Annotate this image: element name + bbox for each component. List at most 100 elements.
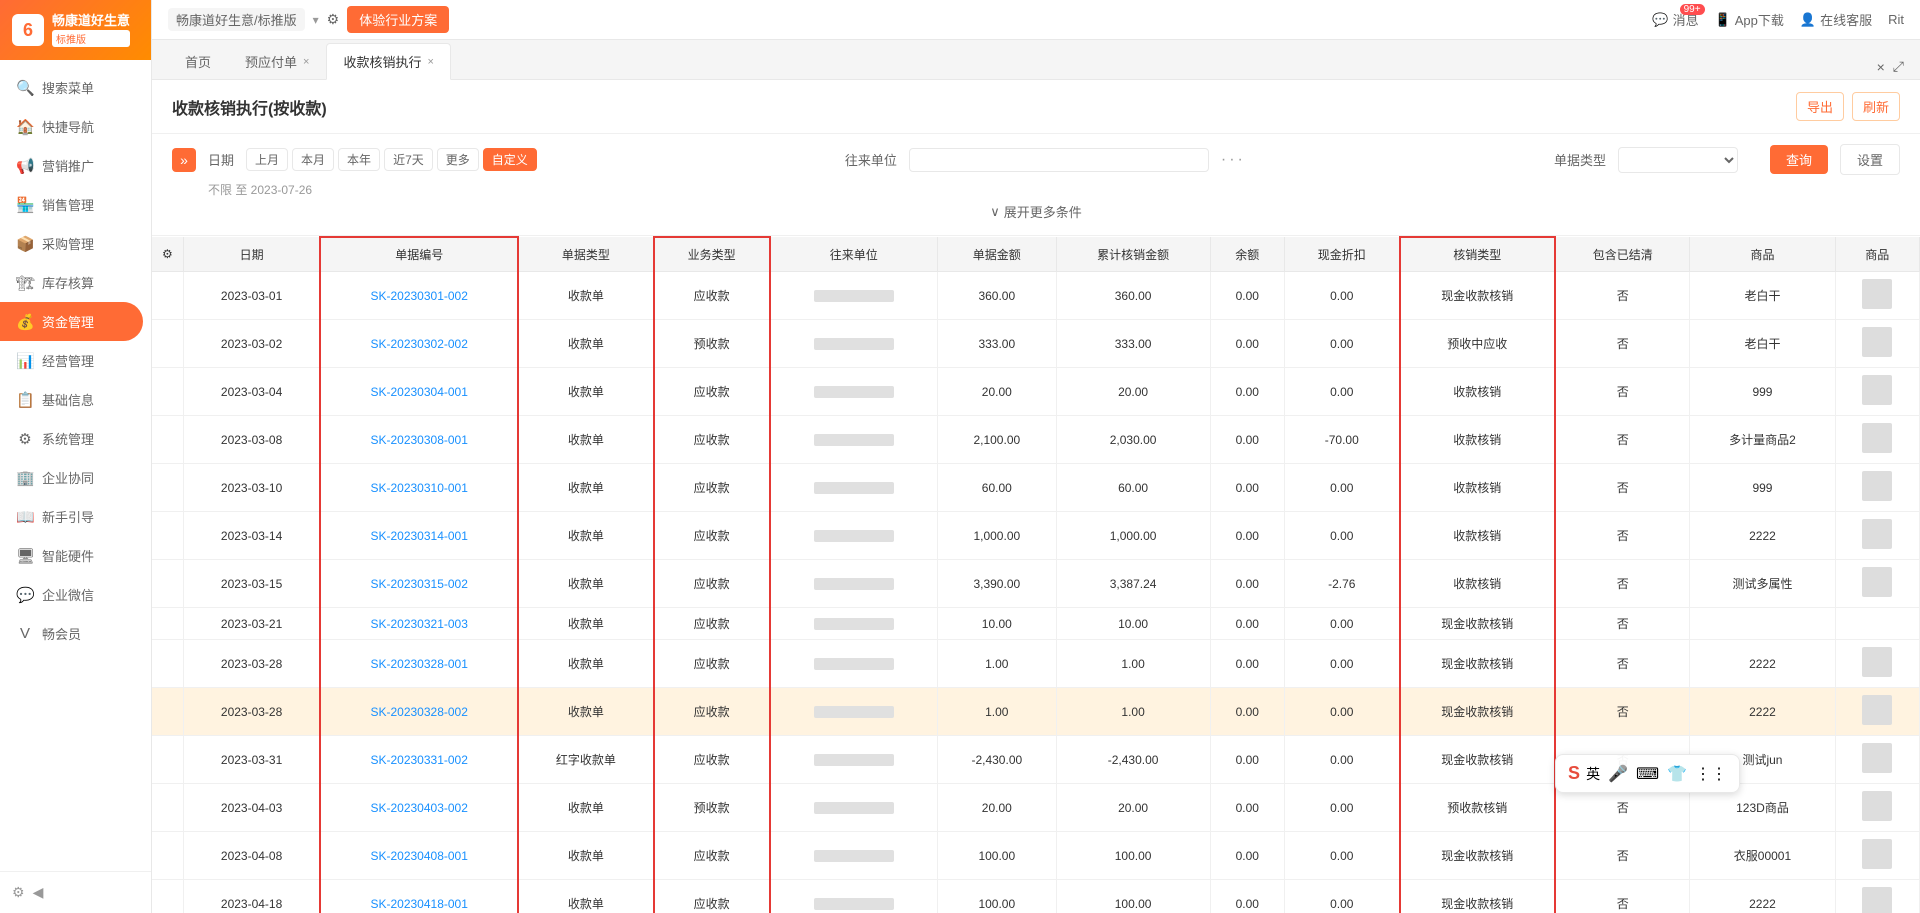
dropdown-arrow-icon[interactable]: ▾: [313, 13, 319, 27]
doc-no-link[interactable]: SK-20230314-001: [370, 529, 467, 543]
last-month-btn[interactable]: 上月: [246, 148, 288, 171]
unit-cell: [770, 464, 938, 512]
watermark-grid-icon[interactable]: ⋮⋮: [1695, 764, 1727, 784]
tab-close-collection[interactable]: ×: [427, 56, 433, 68]
collapse-icon[interactable]: ◀: [33, 884, 44, 901]
sidebar-item-finance[interactable]: 💰 资金管理: [0, 302, 143, 341]
message-icon: 💬: [1652, 12, 1668, 28]
sidebar-item-enterprise[interactable]: 🏢 企业协同: [0, 458, 151, 497]
doc-no-link[interactable]: SK-20230418-001: [370, 897, 467, 911]
goods-image-cell: [1835, 880, 1919, 913]
tab-close-prepay[interactable]: ×: [303, 56, 309, 68]
solution-button[interactable]: 体验行业方案: [347, 6, 449, 33]
app-download-button[interactable]: 📱 App下载: [1715, 10, 1784, 29]
sidebar-item-operation[interactable]: 📊 经营管理: [0, 341, 151, 380]
export-button[interactable]: 导出: [1796, 92, 1844, 121]
sidebar-item-inventory[interactable]: 🏗 库存核算: [0, 263, 151, 302]
refresh-button[interactable]: 刷新: [1852, 92, 1900, 121]
online-service-button[interactable]: 👤 在线客服: [1800, 10, 1872, 29]
doc-no-link[interactable]: SK-20230328-002: [370, 705, 467, 719]
doc-no-link[interactable]: SK-20230403-002: [370, 801, 467, 815]
window-close-icon[interactable]: ×: [1877, 59, 1885, 75]
doc-no-link[interactable]: SK-20230315-002: [370, 577, 467, 591]
th-discount: 现金折扣: [1285, 237, 1400, 272]
date-range-display: 不限 至 2023-07-26: [208, 181, 312, 198]
sidebar-item-marketing[interactable]: 📢 营销推广: [0, 146, 151, 185]
doc-no-link[interactable]: SK-20230408-001: [370, 849, 467, 863]
unit-cell: [770, 880, 938, 913]
goods-image-cell: [1835, 608, 1919, 640]
topbar: 畅康道好生意/标推版 ▾ ⚙ 体验行业方案 💬 消息 99+ 📱 App下载 👤…: [152, 0, 1920, 40]
th-write-off: 累计核销金额: [1056, 237, 1210, 272]
unit-cell: [770, 784, 938, 832]
query-button[interactable]: 查询: [1770, 145, 1828, 174]
tab-home[interactable]: 首页: [168, 43, 228, 79]
th-included: 包含已结清: [1555, 237, 1690, 272]
last-7-days-btn[interactable]: 近7天: [384, 148, 433, 171]
window-expand-icon[interactable]: ⤢: [1893, 58, 1904, 75]
topbar-gear-icon[interactable]: ⚙: [327, 11, 340, 28]
sidebar-item-system[interactable]: ⚙ 系统管理: [0, 419, 151, 458]
phone-icon: 📱: [1715, 12, 1731, 28]
th-gear: ⚙: [152, 237, 183, 272]
goods-image-cell: [1835, 512, 1919, 560]
doc-no-link[interactable]: SK-20230301-002: [370, 289, 467, 303]
watermark-keyboard-icon[interactable]: ⌨: [1636, 764, 1659, 784]
unit-more-icon[interactable]: ···: [1221, 151, 1246, 169]
type-select[interactable]: [1618, 147, 1738, 173]
message-button[interactable]: 💬 消息 99+: [1652, 10, 1698, 29]
enterprise-icon: 🏢: [16, 469, 34, 487]
watermark-actions: 英 🎤 ⌨ 👕 ⋮⋮: [1586, 764, 1727, 784]
watermark-shirt-icon[interactable]: 👕: [1667, 764, 1687, 784]
th-biz-type: 业务类型: [654, 237, 770, 272]
doc-no-link[interactable]: SK-20230321-003: [370, 617, 467, 631]
expand-icon: ∨: [990, 204, 1000, 220]
more-date-btn[interactable]: 更多: [437, 148, 479, 171]
doc-no-link[interactable]: SK-20230331-002: [370, 753, 467, 767]
date-preset-buttons: 上月 本月 本年 近7天 更多 自定义: [246, 148, 537, 171]
settings-button[interactable]: 设置: [1840, 144, 1900, 175]
table-row: 2023-03-14SK-20230314-001收款单应收款1,000.001…: [152, 512, 1920, 560]
sidebar-item-basic[interactable]: 📋 基础信息: [0, 380, 151, 419]
unit-input[interactable]: [909, 148, 1209, 172]
this-month-btn[interactable]: 本月: [292, 148, 334, 171]
watermark-toolbar: S 英 🎤 ⌨ 👕 ⋮⋮: [1555, 754, 1740, 793]
sidebar-item-wechat[interactable]: 💬 企业微信: [0, 575, 151, 614]
finance-icon: 💰: [16, 313, 34, 331]
goods-image-cell: [1835, 832, 1919, 880]
doc-no-link[interactable]: SK-20230308-001: [370, 433, 467, 447]
doc-no-link[interactable]: SK-20230310-001: [370, 481, 467, 495]
th-doc-type: 单据类型: [518, 237, 654, 272]
unit-cell: [770, 320, 938, 368]
this-year-btn[interactable]: 本年: [338, 148, 380, 171]
sidebar-item-guide[interactable]: 📖 新手引导: [0, 497, 151, 536]
unit-cell: [770, 608, 938, 640]
tab-collection[interactable]: 收款核销执行 ×: [326, 43, 450, 80]
sidebar-item-search[interactable]: 🔍 搜索菜单: [0, 68, 151, 107]
doc-no-link[interactable]: SK-20230302-002: [370, 337, 467, 351]
sidebar-item-member[interactable]: V 畅会员: [0, 614, 151, 653]
doc-no-link[interactable]: SK-20230328-001: [370, 657, 467, 671]
page-header: 收款核销执行(按收款) 导出 刷新: [152, 80, 1920, 134]
sidebar-item-purchase[interactable]: 📦 采购管理: [0, 224, 151, 263]
custom-date-btn[interactable]: 自定义: [483, 148, 537, 171]
expand-more-button[interactable]: ∨ 展开更多条件: [990, 202, 1082, 221]
sidebar-item-shortcut[interactable]: 🏠 快捷导航: [0, 107, 151, 146]
watermark-mic-icon[interactable]: 🎤: [1608, 764, 1628, 784]
doc-no-link[interactable]: SK-20230304-001: [370, 385, 467, 399]
goods-image-cell: [1835, 320, 1919, 368]
sidebar-item-hardware[interactable]: 🖥 智能硬件: [0, 536, 151, 575]
table-row: 2023-03-21SK-20230321-003收款单应收款10.0010.0…: [152, 608, 1920, 640]
tab-prepay[interactable]: 预应付单 ×: [228, 43, 326, 79]
watermark-text-icon: 英: [1586, 764, 1600, 784]
th-date: 日期: [183, 237, 320, 272]
filter-toggle-button[interactable]: »: [172, 148, 196, 172]
th-doc-no: 单据编号: [320, 237, 518, 272]
settings-bottom-icon[interactable]: ⚙: [12, 884, 25, 901]
service-icon: 👤: [1800, 12, 1816, 28]
unit-cell: [770, 832, 938, 880]
unit-cell: [770, 512, 938, 560]
th-amount: 单据金额: [937, 237, 1056, 272]
sidebar-item-sales[interactable]: 🏪 销售管理: [0, 185, 151, 224]
unit-cell: [770, 272, 938, 320]
